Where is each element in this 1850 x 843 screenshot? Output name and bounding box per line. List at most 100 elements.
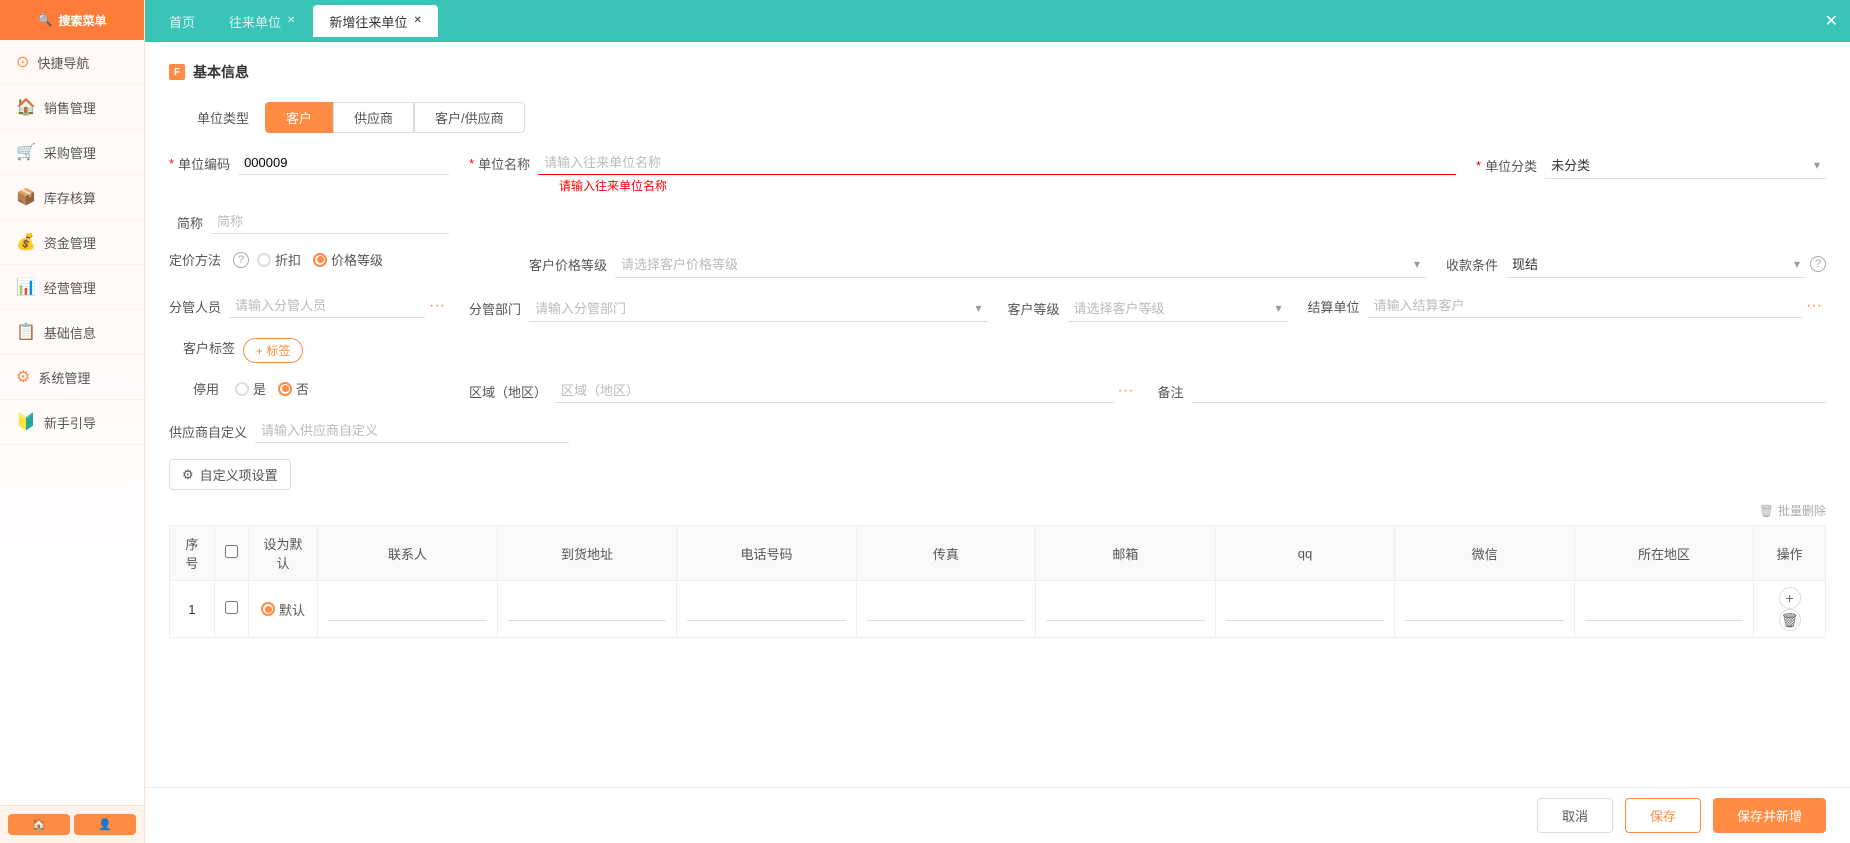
add-row-button[interactable]: + xyxy=(1779,587,1801,609)
sidebar-header: 🔍 搜索菜单 xyxy=(0,0,144,40)
pricing-help-icon[interactable]: ? xyxy=(233,252,249,268)
unit-type-supplier[interactable]: 供应商 xyxy=(333,102,414,133)
remark-label: 备注 xyxy=(1158,382,1184,401)
pricing-discount-radio[interactable] xyxy=(257,253,271,267)
unit-type-customer[interactable]: 客户 xyxy=(265,102,333,133)
pricing-discount-option[interactable]: 折扣 xyxy=(257,250,301,269)
home-footer-btn[interactable]: 🏠 xyxy=(8,814,70,835)
sidebar-item-shortcut[interactable]: ⊙ 快捷导航 xyxy=(0,40,144,85)
sidebar-item-operation[interactable]: 📊 经营管理 xyxy=(0,265,144,310)
payment-help-icon[interactable]: ? xyxy=(1810,256,1826,272)
settlement-label: 结算单位 xyxy=(1308,297,1360,316)
row-default-radio[interactable] xyxy=(261,602,275,616)
close-new-partner-tab-icon[interactable]: ✕ xyxy=(413,16,421,26)
disabled-no-option[interactable]: 否 xyxy=(278,379,309,398)
tab-new-partner[interactable]: 新增往来单位 ✕ xyxy=(313,5,437,37)
payment-select[interactable]: 现结 ▾ xyxy=(1506,250,1806,278)
row-pricing: 定价方法 ? 折扣 价格等级 客户价格等级 请选择客户价格等级 xyxy=(169,250,1826,278)
qq-input[interactable] xyxy=(1226,597,1385,621)
email-input[interactable] xyxy=(1046,597,1204,621)
table-header-row: 序号 设为默认 联系人 到货地址 电话号码 传真 邮箱 qq 微信 所在地区 操… xyxy=(170,526,1826,581)
remark-input[interactable] xyxy=(1192,379,1826,403)
region-input[interactable] xyxy=(1585,597,1743,621)
pricing-level-option[interactable]: 价格等级 xyxy=(313,250,383,269)
payment-value: 现结 xyxy=(1512,254,1794,273)
contact-input[interactable] xyxy=(328,597,486,621)
sidebar-item-basic[interactable]: 📋 基础信息 xyxy=(0,310,144,355)
payment-label: 收款条件 xyxy=(1446,255,1498,274)
add-tag-button[interactable]: + 标签 xyxy=(243,338,303,363)
field-settlement: 结算单位 ··· xyxy=(1308,294,1827,318)
search-icon: 🔍 xyxy=(38,13,53,27)
row-supplier-custom: 供应商自定义 xyxy=(169,419,1826,443)
sidebar-item-finance[interactable]: 💰 资金管理 xyxy=(0,220,144,265)
department-chevron-icon: ▾ xyxy=(975,301,981,315)
select-all-checkbox[interactable] xyxy=(225,545,238,558)
wechat-input[interactable] xyxy=(1405,597,1563,621)
sidebar: 🔍 搜索菜单 ⊙ 快捷导航 🏠 销售管理 🛒 采购管理 📦 库存核算 💰 资金管… xyxy=(0,0,145,843)
disabled-label: 停用 xyxy=(193,379,219,398)
sidebar-item-purchase[interactable]: 🛒 采购管理 xyxy=(0,130,144,175)
fax-input[interactable] xyxy=(867,597,1025,621)
row-index: 1 xyxy=(170,581,215,638)
row-region-cell xyxy=(1574,581,1753,638)
sidebar-item-inventory[interactable]: 📦 库存核算 xyxy=(0,175,144,220)
row-contact-cell xyxy=(318,581,497,638)
address-input[interactable] xyxy=(508,597,666,621)
code-label: 单位编码 xyxy=(178,154,230,173)
department-placeholder: 请输入分管部门 xyxy=(535,298,975,317)
disabled-yes-option[interactable]: 是 xyxy=(235,379,266,398)
tab-partners[interactable]: 往来单位 ✕ xyxy=(213,5,311,37)
disabled-yes-radio[interactable] xyxy=(235,382,249,396)
col-index: 序号 xyxy=(170,526,215,581)
category-select[interactable]: 未分类 ▾ xyxy=(1545,151,1826,179)
category-value: 未分类 xyxy=(1551,155,1814,174)
area-input[interactable] xyxy=(555,379,1114,403)
settlement-input[interactable] xyxy=(1368,294,1803,318)
col-checkbox xyxy=(214,526,248,581)
field-customer-level: 客户等级 请选择客户等级 ▾ xyxy=(1008,294,1288,322)
sidebar-item-sales[interactable]: 🏠 销售管理 xyxy=(0,85,144,130)
disabled-no-radio[interactable] xyxy=(278,382,292,396)
sidebar-item-guide[interactable]: 🔰 新手引导 xyxy=(0,400,144,445)
custom-settings-button[interactable]: ⚙ 自定义项设置 xyxy=(169,459,291,490)
field-remark: 备注 xyxy=(1158,379,1827,403)
pricing-level-radio[interactable] xyxy=(313,253,327,267)
close-all-tabs-icon[interactable]: ✕ xyxy=(1821,7,1842,35)
sidebar-footer: 🏠 👤 xyxy=(0,805,144,843)
close-partners-tab-icon[interactable]: ✕ xyxy=(287,16,295,26)
department-select[interactable]: 请输入分管部门 ▾ xyxy=(529,294,987,322)
disabled-radio-group: 是 否 xyxy=(235,379,309,398)
field-manager: 分管人员 ··· xyxy=(169,294,449,318)
manager-more-icon[interactable]: ··· xyxy=(425,297,449,315)
guide-icon: 🔰 xyxy=(16,412,36,432)
save-and-new-button[interactable]: 保存并新增 xyxy=(1713,798,1826,833)
customer-level-select[interactable]: 请选择客户等级 ▾ xyxy=(1068,294,1288,322)
batch-delete-row: 🗑 批量删除 xyxy=(169,502,1826,519)
save-button[interactable]: 保存 xyxy=(1625,798,1701,833)
name-input[interactable] xyxy=(538,151,1456,175)
manager-input[interactable] xyxy=(229,294,425,318)
short-name-input[interactable] xyxy=(211,210,449,234)
tab-home[interactable]: 首页 xyxy=(153,5,211,37)
col-qq: qq xyxy=(1215,526,1395,581)
section-title: F 基本信息 xyxy=(169,62,1826,82)
area-more-icon[interactable]: ··· xyxy=(1114,382,1138,400)
row-disabled: 停用 是 否 区域（地区） ··· xyxy=(169,379,1826,403)
settlement-more-icon[interactable]: ··· xyxy=(1802,297,1826,315)
batch-delete-button[interactable]: 🗑 批量删除 xyxy=(1759,502,1826,519)
bottom-bar: 取消 保存 保存并新增 xyxy=(145,787,1850,843)
row-address-cell xyxy=(497,581,676,638)
code-input[interactable] xyxy=(238,151,449,175)
phone-input[interactable] xyxy=(687,597,845,621)
user-footer-btn[interactable]: 👤 xyxy=(74,814,136,835)
cancel-button[interactable]: 取消 xyxy=(1537,798,1613,833)
supplier-custom-input[interactable] xyxy=(255,419,569,443)
unit-type-both[interactable]: 客户/供应商 xyxy=(414,102,525,133)
sidebar-item-system[interactable]: ⚙ 系统管理 xyxy=(0,355,144,400)
delete-row-button[interactable]: 🗑 xyxy=(1779,609,1801,631)
row-default-radio-label[interactable]: 默认 xyxy=(259,600,307,619)
col-default: 设为默认 xyxy=(248,526,317,581)
row-checkbox[interactable] xyxy=(225,601,238,614)
customer-price-select[interactable]: 请选择客户价格等级 ▾ xyxy=(615,250,1426,278)
